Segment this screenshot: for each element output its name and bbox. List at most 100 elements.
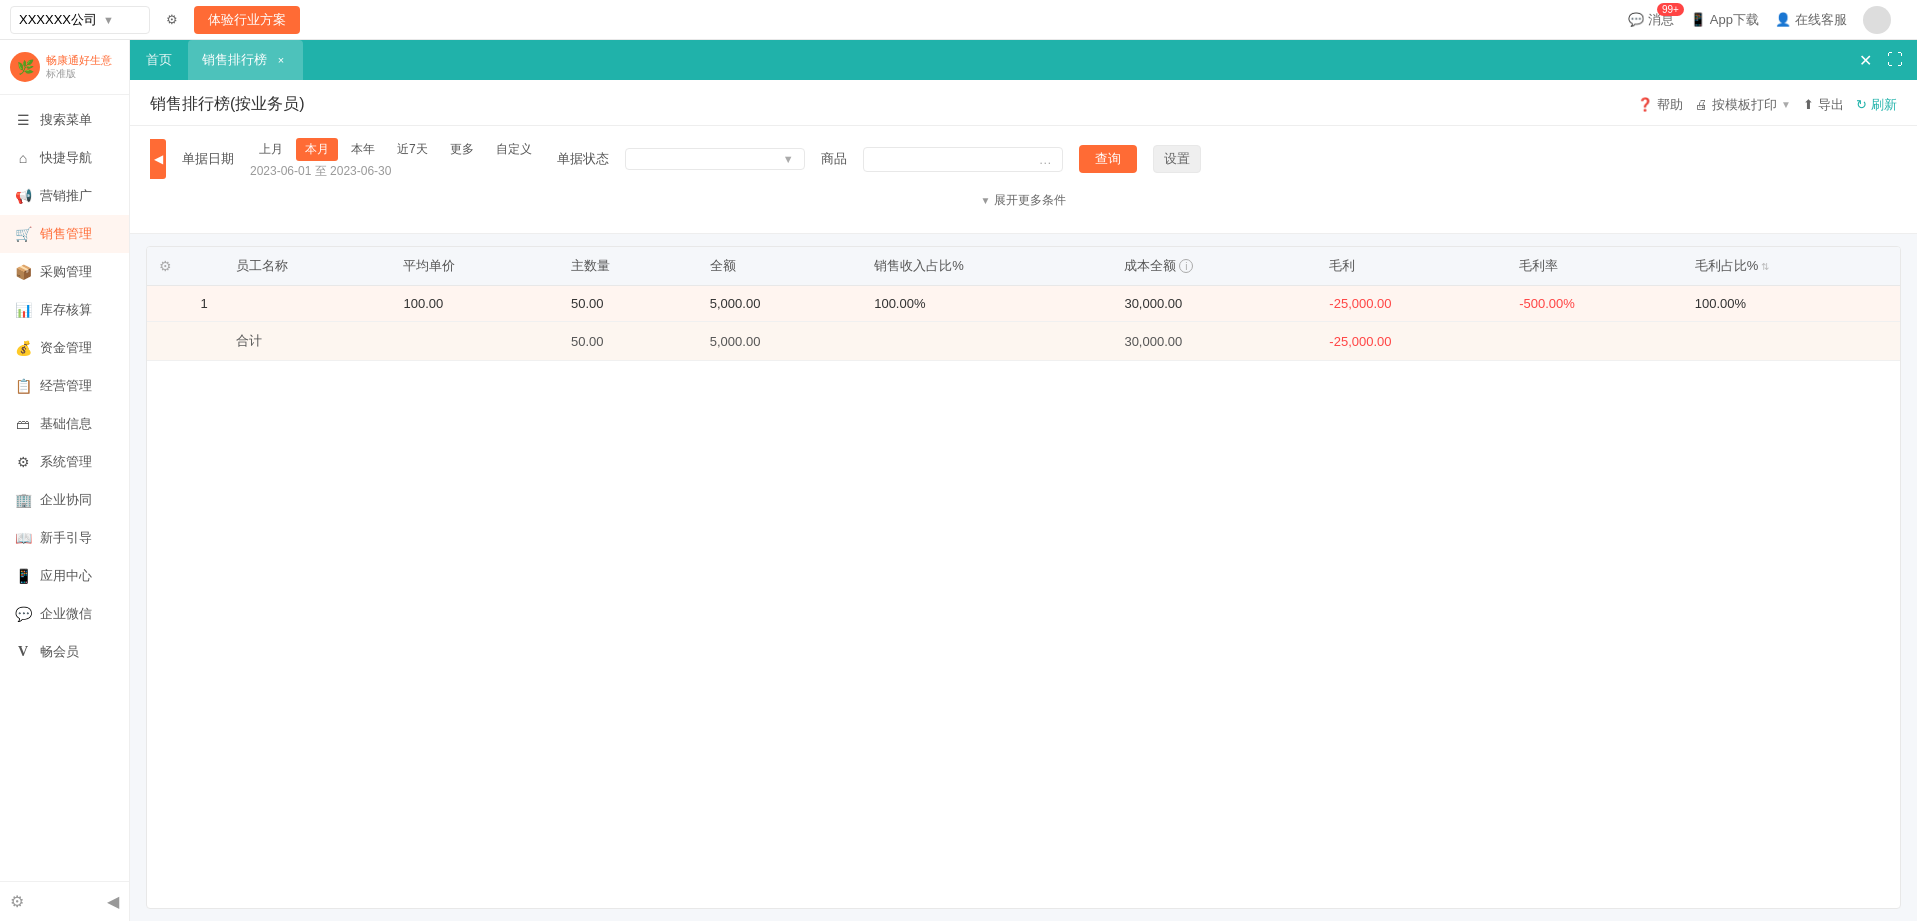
date-tab-this-month[interactable]: 本月 <box>296 138 338 161</box>
app-download-button[interactable]: 📱 App下载 <box>1690 11 1759 29</box>
refresh-icon: ↻ <box>1856 97 1867 112</box>
sidebar-label-search-order: 搜索菜单 <box>40 111 92 129</box>
sidebar-item-guide[interactable]: 📖 新手引导 <box>0 519 129 557</box>
marketing-icon: 📢 <box>14 187 32 205</box>
cell-gross-rate: -500.00% <box>1507 286 1683 322</box>
cell-gross-pct: 100.00% <box>1683 286 1900 322</box>
tab-bar-right: ✕ ⛶ <box>1853 48 1917 72</box>
tab-sales-rank-label: 销售排行榜 <box>202 51 267 69</box>
sidebar-item-inventory[interactable]: 📊 库存核算 <box>0 291 129 329</box>
cell-main-qty: 50.00 <box>559 286 698 322</box>
sidebar-label-member: 畅会员 <box>40 643 79 661</box>
sidebar-settings-button[interactable]: ⚙ <box>10 892 24 911</box>
tab-maximize-icon[interactable]: ⛶ <box>1883 48 1907 72</box>
sidebar-nav: ☰ 搜索菜单 ⌂ 快捷导航 📢 营销推广 🛒 销售管理 📦 采购管理 <box>0 95 129 881</box>
sidebar-label-quick-nav: 快捷导航 <box>40 149 92 167</box>
goods-filter-input[interactable]: … <box>863 147 1063 172</box>
cell-rank: 1 <box>184 286 224 322</box>
data-table: ⚙ 员工名称 平均单价 <box>147 247 1900 361</box>
sidebar-item-system[interactable]: ⚙ 系统管理 <box>0 443 129 481</box>
th-rank <box>184 247 224 286</box>
th-sales-pct-label: 销售收入占比% <box>874 258 964 273</box>
sidebar-collapse-button[interactable]: ◀ <box>107 892 119 911</box>
guide-icon: 📖 <box>14 529 32 547</box>
help-label: 帮助 <box>1657 96 1683 114</box>
th-gross-pct: 毛利占比% ⇅ <box>1683 247 1900 286</box>
th-cost: 成本全额 i <box>1112 247 1317 286</box>
sidebar-item-member[interactable]: V 畅会员 <box>0 633 129 671</box>
tab-home[interactable]: 首页 <box>130 40 188 80</box>
company-selector[interactable]: XXXXXX公司 ▼ <box>10 6 150 34</box>
cost-info-icon[interactable]: i <box>1179 259 1193 273</box>
filter-row: ◀ 单据日期 上月 本月 本年 近7天 更多 自定义 <box>150 138 1897 180</box>
date-tab-more[interactable]: 更多 <box>441 138 483 161</box>
message-icon: 💬 <box>1628 12 1644 27</box>
sidebar-item-quick-nav[interactable]: ⌂ 快捷导航 <box>0 139 129 177</box>
date-tab-prev-month[interactable]: 上月 <box>250 138 292 161</box>
online-service-button[interactable]: 👤 在线客服 <box>1775 11 1847 29</box>
user-avatar[interactable] <box>1863 6 1891 34</box>
app-download-label: App下载 <box>1710 11 1759 29</box>
sidebar-item-app-center[interactable]: 📱 应用中心 <box>0 557 129 595</box>
footer-amount: 5,000.00 <box>698 322 862 361</box>
sidebar-item-finance[interactable]: 💰 资金管理 <box>0 329 129 367</box>
refresh-button[interactable]: ↻ 刷新 <box>1856 96 1897 114</box>
logo-text-container: 畅康通好生意 标准版 <box>46 53 112 81</box>
th-cost-label: 成本全额 <box>1124 257 1176 275</box>
app-download-icon: 📱 <box>1690 12 1706 27</box>
settings-icon-btn[interactable]: ⚙ <box>158 6 186 34</box>
sidebar-item-sales[interactable]: 🛒 销售管理 <box>0 215 129 253</box>
tab-close-window-icon[interactable]: ✕ <box>1853 48 1877 72</box>
tab-sales-rank[interactable]: 销售排行榜 × <box>188 40 303 80</box>
date-tab-7days[interactable]: 近7天 <box>388 138 437 161</box>
date-tabs: 上月 本月 本年 近7天 更多 自定义 <box>250 138 541 161</box>
tab-close-icon[interactable]: × <box>273 52 289 68</box>
expand-filter-button[interactable]: ▼ 展开更多条件 <box>981 186 1067 215</box>
sidebar-item-enterprise[interactable]: 🏢 企业协同 <box>0 481 129 519</box>
gross-pct-sort-icon[interactable]: ⇅ <box>1761 261 1769 272</box>
query-button[interactable]: 查询 <box>1079 145 1137 173</box>
th-avg-price: 平均单价 <box>391 247 558 286</box>
sidebar-label-inventory: 库存核算 <box>40 301 92 319</box>
sidebar-label-app-center: 应用中心 <box>40 567 92 585</box>
trial-button[interactable]: 体验行业方案 <box>194 6 300 34</box>
goods-more-btn[interactable]: … <box>1039 152 1052 167</box>
th-gross-rate: 毛利率 <box>1507 247 1683 286</box>
filter-settings-button[interactable]: 设置 <box>1153 145 1201 173</box>
sidebar-label-marketing: 营销推广 <box>40 187 92 205</box>
sidebar-item-search-order[interactable]: ☰ 搜索菜单 <box>0 101 129 139</box>
purchase-icon: 📦 <box>14 263 32 281</box>
footer-sales-pct <box>862 322 1112 361</box>
date-tab-custom[interactable]: 自定义 <box>487 138 541 161</box>
help-button[interactable]: ❓ 帮助 <box>1637 96 1683 114</box>
export-button[interactable]: ⬆ 导出 <box>1803 96 1844 114</box>
sidebar-label-system: 系统管理 <box>40 453 92 471</box>
th-main-qty-label: 主数量 <box>571 258 610 273</box>
operations-icon: 📋 <box>14 377 32 395</box>
logo-text: 畅康通好生意 <box>46 53 112 67</box>
sidebar-item-marketing[interactable]: 📢 营销推广 <box>0 177 129 215</box>
template-print-button[interactable]: 🖨 按模板打印 ▼ <box>1695 96 1791 114</box>
table-body: 1 100.00 50.00 5,000.00 100.00% 30,000.0… <box>147 286 1900 322</box>
sidebar-item-purchase[interactable]: 📦 采购管理 <box>0 253 129 291</box>
status-filter-select[interactable]: ▼ <box>625 148 805 170</box>
footer-rank-cell <box>184 322 224 361</box>
page-header: 销售排行榜(按业务员) ❓ 帮助 🖨 按模板打印 ▼ ⬆ <box>130 80 1917 126</box>
sidebar-item-base-info[interactable]: 🗃 基础信息 <box>0 405 129 443</box>
export-label: 导出 <box>1818 96 1844 114</box>
sidebar-footer: ⚙ ◀ <box>0 881 129 921</box>
date-tab-this-year[interactable]: 本年 <box>342 138 384 161</box>
column-settings-icon[interactable]: ⚙ <box>159 258 172 274</box>
cell-gross: -25,000.00 <box>1317 286 1507 322</box>
inventory-icon: 📊 <box>14 301 32 319</box>
refresh-label: 刷新 <box>1871 96 1897 114</box>
table-header: ⚙ 员工名称 平均单价 <box>147 247 1900 286</box>
message-button[interactable]: 💬 消息 99+ <box>1628 11 1674 29</box>
sidebar-item-operations[interactable]: 📋 经营管理 <box>0 367 129 405</box>
company-name: XXXXXX公司 <box>19 11 97 29</box>
sidebar-item-wechat[interactable]: 💬 企业微信 <box>0 595 129 633</box>
footer-gross: -25,000.00 <box>1317 322 1507 361</box>
filter-collapse-btn[interactable]: ◀ <box>150 139 166 179</box>
template-print-label: 按模板打印 <box>1712 96 1777 114</box>
system-icon: ⚙ <box>14 453 32 471</box>
